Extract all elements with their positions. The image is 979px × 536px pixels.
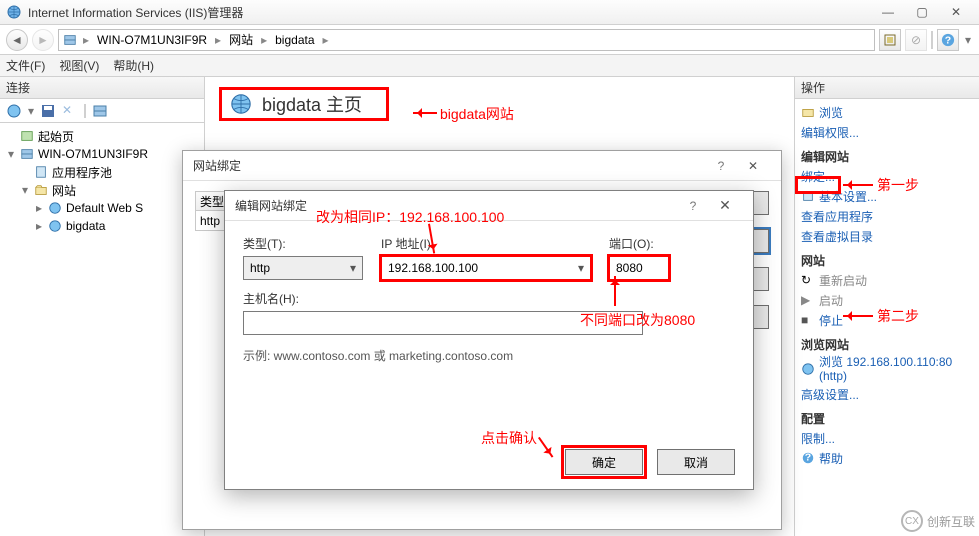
minimize-button[interactable]: —: [871, 2, 905, 22]
breadcrumb-sites[interactable]: 网站: [227, 31, 255, 48]
tree-startpage[interactable]: 起始页: [6, 127, 198, 145]
menu-help[interactable]: 帮助(H): [113, 57, 154, 74]
watermark-text: 创新互联: [927, 513, 975, 530]
breadcrumb[interactable]: ▸ WIN-O7M1UN3IF9R ▸ 网站 ▸ bigdata ▸: [58, 29, 875, 51]
folder-icon: [801, 105, 815, 119]
stop-icon: ■: [801, 313, 815, 327]
action-limits[interactable]: 限制...: [801, 429, 973, 447]
connections-tree: 起始页 ▾WIN-O7M1UN3IF9R 应用程序池 ▾网站 ▸Default …: [0, 123, 204, 239]
menu-view[interactable]: 视图(V): [59, 57, 99, 74]
label-ip: IP 地址(I):: [381, 235, 591, 252]
refresh-dropdown-button[interactable]: [879, 29, 901, 51]
edit-binding-dialog: 编辑网站绑定 ? ✕ 类型(T): http▾ IP 地址(I): 192.16…: [224, 190, 754, 490]
edit-binding-title: 编辑网站绑定: [235, 197, 679, 214]
server-icon: [63, 33, 77, 47]
group-browse-site: 浏览网站: [801, 335, 973, 353]
gear-icon: [801, 189, 815, 203]
delete-icon[interactable]: ✕: [62, 103, 78, 119]
host-input[interactable]: [243, 311, 643, 335]
breadcrumb-site[interactable]: bigdata: [273, 33, 316, 47]
group-config: 配置: [801, 409, 973, 427]
tree-sites[interactable]: ▾网站: [6, 181, 198, 199]
bindings-dialog-close[interactable]: ✕: [735, 159, 771, 173]
action-browse-url[interactable]: 浏览 192.168.100.110:80 (http): [801, 355, 973, 383]
action-viewapps[interactable]: 查看应用程序: [801, 207, 973, 225]
help-icon: ?: [801, 451, 815, 465]
connections-header: 连接: [0, 77, 204, 99]
tree-server[interactable]: ▾WIN-O7M1UN3IF9R: [6, 145, 198, 163]
ok-button[interactable]: 确定: [565, 449, 643, 475]
bindings-dialog-help[interactable]: ?: [707, 159, 735, 173]
connect-icon[interactable]: [6, 103, 22, 119]
menu-file[interactable]: 文件(F): [6, 57, 45, 74]
breadcrumb-root[interactable]: WIN-O7M1UN3IF9R: [95, 33, 209, 47]
svg-text:?: ?: [945, 34, 951, 46]
watermark-logo-icon: CX: [901, 510, 923, 532]
refresh-tree-icon[interactable]: [92, 103, 108, 119]
bindings-dialog-title: 网站绑定: [193, 157, 707, 174]
stop-button[interactable]: ⊘: [905, 29, 927, 51]
port-input[interactable]: [609, 256, 669, 280]
action-browse[interactable]: 浏览: [801, 103, 973, 121]
iis-icon: [6, 4, 22, 20]
back-button[interactable]: ◄: [6, 29, 28, 51]
menu-bar: 文件(F) 视图(V) 帮助(H): [0, 55, 979, 77]
action-start[interactable]: ▶启动: [801, 291, 973, 309]
page-title: bigdata 主页: [262, 91, 362, 117]
cancel-button[interactable]: 取消: [657, 449, 735, 475]
label-host: 主机名(H):: [243, 290, 735, 307]
connections-toolbar: ▾ ✕: [0, 99, 204, 123]
type-select[interactable]: http▾: [243, 256, 363, 280]
tree-default-site[interactable]: ▸Default Web S: [6, 199, 198, 217]
action-editperm[interactable]: 编辑权限...: [801, 123, 973, 141]
label-port: 端口(O):: [609, 235, 679, 252]
save-icon[interactable]: [40, 103, 56, 119]
page-title-box: bigdata 主页: [219, 87, 389, 121]
action-viewvdir[interactable]: 查看虚拟目录: [801, 227, 973, 245]
tree-bigdata-site[interactable]: ▸bigdata: [6, 217, 198, 235]
action-advanced[interactable]: 高级设置...: [801, 385, 973, 403]
restart-icon: ↻: [801, 273, 815, 287]
ip-select[interactable]: 192.168.100.100▾: [381, 256, 591, 280]
action-basic[interactable]: 基本设置...: [801, 187, 973, 205]
svg-text:?: ?: [805, 452, 811, 464]
globe-icon: [230, 93, 252, 115]
forward-button[interactable]: ►: [32, 29, 54, 51]
action-help[interactable]: ?帮助: [801, 449, 973, 467]
example-text: 示例: www.contoso.com 或 marketing.contoso.…: [243, 347, 735, 364]
edit-binding-help[interactable]: ?: [679, 199, 707, 213]
label-type: 类型(T):: [243, 235, 363, 252]
group-edit-site: 编辑网站: [801, 147, 973, 165]
tree-apppool[interactable]: 应用程序池: [6, 163, 198, 181]
titlebar: Internet Information Services (IIS)管理器 —…: [0, 0, 979, 25]
action-stop[interactable]: ■停止: [801, 311, 973, 329]
actions-header: 操作: [795, 77, 979, 99]
action-bindings[interactable]: 绑定...: [801, 167, 973, 185]
browse-icon: [801, 362, 815, 376]
watermark: CX 创新互联: [901, 510, 975, 532]
close-button[interactable]: ✕: [939, 2, 973, 22]
connections-pane: 连接 ▾ ✕ 起始页 ▾WIN-O7M1UN3IF9R 应用程序池 ▾网站 ▸D…: [0, 77, 205, 536]
group-site: 网站: [801, 251, 973, 269]
edit-binding-close[interactable]: ✕: [707, 197, 743, 214]
play-icon: ▶: [801, 293, 815, 307]
address-bar: ◄ ► ▸ WIN-O7M1UN3IF9R ▸ 网站 ▸ bigdata ▸ ⊘…: [0, 25, 979, 55]
actions-pane: 操作 浏览 编辑权限... 编辑网站 绑定... 基本设置... 查看应用程序 …: [794, 77, 979, 536]
maximize-button[interactable]: ▢: [905, 2, 939, 22]
window-title: Internet Information Services (IIS)管理器: [28, 4, 871, 21]
help-button[interactable]: ?: [937, 29, 959, 51]
action-restart[interactable]: ↻重新启动: [801, 271, 973, 289]
